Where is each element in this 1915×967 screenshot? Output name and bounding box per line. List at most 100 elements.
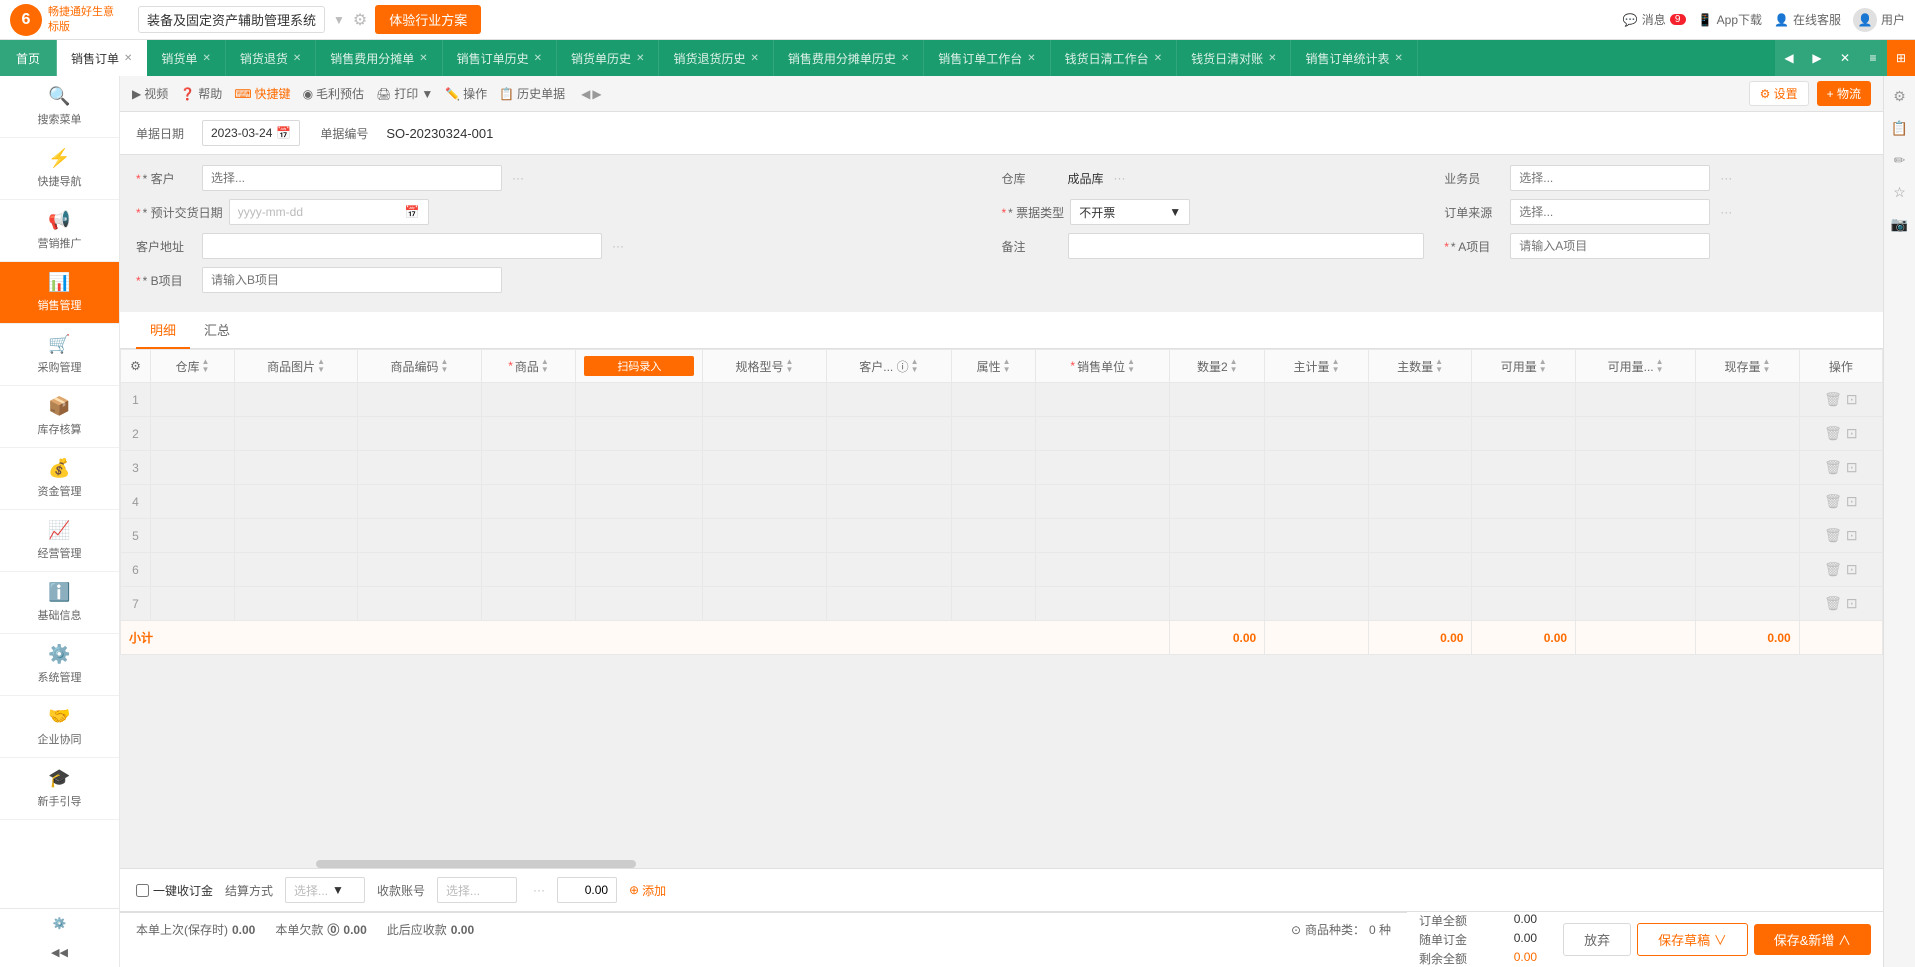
col-available2[interactable]: 可用量...▲▼ bbox=[1576, 350, 1696, 383]
tab-close-icon[interactable]: ✕ bbox=[636, 53, 644, 64]
b-project-input[interactable] bbox=[202, 267, 502, 293]
sidebar-item-finance[interactable]: 💰 资金管理 bbox=[0, 448, 119, 510]
delete-row-icon[interactable]: 🗑 bbox=[1824, 391, 1842, 408]
col-qty2[interactable]: 数量2▲▼ bbox=[1170, 350, 1265, 383]
sidebar-item-purchase[interactable]: 🛒 采购管理 bbox=[0, 324, 119, 386]
ticket-type-select[interactable]: 不开票 ▼ bbox=[1070, 199, 1190, 225]
col-scan[interactable]: 扫码录入 bbox=[576, 350, 703, 383]
tab-home[interactable]: 首页 bbox=[0, 40, 57, 76]
app-download-item[interactable]: 📱 App下载 bbox=[1698, 11, 1762, 28]
col-settings[interactable]: ⚙ bbox=[121, 350, 151, 383]
delete-row-icon[interactable]: 🗑 bbox=[1824, 493, 1842, 510]
tab-close-all-btn[interactable]: ✕ bbox=[1831, 40, 1859, 76]
copy-row-icon[interactable]: ⊡ bbox=[1846, 527, 1858, 544]
sidebar-item-cooperation[interactable]: 🤝 企业协同 bbox=[0, 696, 119, 758]
tab-close-icon[interactable]: ✕ bbox=[202, 53, 210, 64]
user-item[interactable]: 👤 用户 bbox=[1853, 8, 1905, 32]
staff-input[interactable] bbox=[1510, 165, 1710, 191]
tab-goods-history[interactable]: 销货单历史 ✕ bbox=[557, 40, 659, 76]
right-panel-star-icon[interactable]: ☆ bbox=[1886, 178, 1914, 206]
online-service-item[interactable]: 👤 在线客服 bbox=[1774, 11, 1841, 28]
one-click-checkbox[interactable]: 一键收订金 bbox=[136, 882, 213, 899]
tab-return-history[interactable]: 销货退货历史 ✕ bbox=[659, 40, 773, 76]
sidebar-settings-btn[interactable]: ⚙️ bbox=[0, 909, 119, 938]
sidebar-item-quicknav[interactable]: ⚡ 快捷导航 bbox=[0, 138, 119, 200]
tab-sales-order[interactable]: 销售订单 ✕ bbox=[57, 40, 147, 76]
sidebar-item-guide[interactable]: 🎓 新手引导 bbox=[0, 758, 119, 820]
tab-close-icon[interactable]: ✕ bbox=[293, 53, 301, 64]
tab-close-icon[interactable]: ✕ bbox=[1268, 53, 1276, 64]
tab-sales-goods[interactable]: 销货单 ✕ bbox=[147, 40, 225, 76]
sidebar-item-search[interactable]: 🔍 搜索菜单 bbox=[0, 76, 119, 138]
address-dots-btn[interactable]: ··· bbox=[612, 239, 624, 253]
save-draft-btn[interactable]: 保存草稿 ∨ bbox=[1637, 923, 1748, 956]
copy-row-icon[interactable]: ⊡ bbox=[1846, 391, 1858, 408]
tab-close-icon[interactable]: ✕ bbox=[750, 53, 758, 64]
staff-dots-btn[interactable]: ··· bbox=[1720, 171, 1732, 185]
tab-sales-return[interactable]: 销货退货 ✕ bbox=[226, 40, 316, 76]
account-select[interactable]: 选择... bbox=[437, 877, 517, 903]
scrollbar-thumb[interactable] bbox=[316, 860, 636, 868]
add-btn[interactable]: ⊕ 添加 bbox=[629, 882, 666, 899]
tab-stats[interactable]: 销售订单统计表 ✕ bbox=[1291, 40, 1417, 76]
order-source-input[interactable] bbox=[1510, 199, 1710, 225]
col-main-unit[interactable]: 主计量▲▼ bbox=[1265, 350, 1369, 383]
col-spec[interactable]: 规格型号▲▼ bbox=[703, 350, 826, 383]
col-customer-code[interactable]: 客户... ⓘ▲▼ bbox=[826, 350, 952, 383]
toolbar-operation[interactable]: ✏️ 操作 bbox=[445, 85, 487, 102]
address-input[interactable] bbox=[202, 233, 602, 259]
tab-next-btn[interactable]: ▶ bbox=[1803, 40, 1831, 76]
date-input[interactable]: 2023-03-24 📅 bbox=[202, 120, 300, 146]
tab-order-history[interactable]: 销售订单历史 ✕ bbox=[443, 40, 557, 76]
customer-dots-btn[interactable]: ··· bbox=[512, 171, 524, 185]
sidebar-item-system[interactable]: ⚙️ 系统管理 bbox=[0, 634, 119, 696]
tab-summary[interactable]: 汇总 bbox=[190, 312, 244, 349]
account-dots-btn[interactable]: ··· bbox=[533, 883, 545, 897]
toolbar-history[interactable]: 📋 历史单据 bbox=[499, 85, 565, 102]
toolbar-video[interactable]: ▶ 视频 bbox=[132, 85, 168, 102]
tab-grid-btn[interactable]: ⊞ bbox=[1887, 40, 1915, 76]
col-product[interactable]: *商品▲▼ bbox=[481, 350, 576, 383]
delivery-date-input[interactable]: yyyy-mm-dd 📅 bbox=[229, 199, 429, 225]
copy-row-icon[interactable]: ⊡ bbox=[1846, 561, 1858, 578]
tab-close-icon[interactable]: ✕ bbox=[534, 53, 542, 64]
tab-close-icon[interactable]: ✕ bbox=[1154, 53, 1162, 64]
toolbar-profit[interactable]: ◉ 毛利预估 bbox=[303, 85, 365, 102]
add-logistics-btn[interactable]: + 物流 bbox=[1817, 81, 1871, 106]
one-click-input[interactable] bbox=[136, 884, 149, 897]
remarks-input[interactable] bbox=[1068, 233, 1425, 259]
col-unit[interactable]: *销售单位▲▼ bbox=[1036, 350, 1170, 383]
tab-close-icon[interactable]: ✕ bbox=[124, 53, 132, 64]
tab-close-icon[interactable]: ✕ bbox=[901, 53, 909, 64]
delete-row-icon[interactable]: 🗑 bbox=[1824, 561, 1842, 578]
discard-btn[interactable]: 放弃 bbox=[1563, 923, 1631, 956]
tab-close-icon[interactable]: ✕ bbox=[419, 53, 427, 64]
delete-row-icon[interactable]: 🗑 bbox=[1824, 425, 1842, 442]
notification-item[interactable]: 💬 消息 9 bbox=[1623, 11, 1686, 28]
sidebar-item-marketing[interactable]: 📢 营销推广 bbox=[0, 200, 119, 262]
delete-row-icon[interactable]: 🗑 bbox=[1824, 459, 1842, 476]
tab-detail[interactable]: 明细 bbox=[136, 312, 190, 349]
tab-fee-history[interactable]: 销售费用分摊单历史 ✕ bbox=[774, 40, 924, 76]
sidebar-item-sales[interactable]: 📊 销售管理 bbox=[0, 262, 119, 324]
horizontal-scrollbar[interactable] bbox=[120, 860, 1883, 868]
col-warehouse[interactable]: 仓库▲▼ bbox=[151, 350, 235, 383]
sidebar-item-basic[interactable]: ℹ️ 基础信息 bbox=[0, 572, 119, 634]
sidebar-item-operation[interactable]: 📈 经营管理 bbox=[0, 510, 119, 572]
tab-prev-btn[interactable]: ◀ bbox=[1775, 40, 1803, 76]
sidebar-item-inventory[interactable]: 📦 库存核算 bbox=[0, 386, 119, 448]
right-panel-settings-icon[interactable]: ⚙ bbox=[1886, 82, 1914, 110]
right-panel-edit-icon[interactable]: ✏ bbox=[1886, 146, 1914, 174]
amount-input[interactable] bbox=[557, 877, 617, 903]
col-attr[interactable]: 属性▲▼ bbox=[952, 350, 1036, 383]
tab-close-icon[interactable]: ✕ bbox=[1395, 53, 1403, 64]
col-stock[interactable]: 现存量▲▼ bbox=[1696, 350, 1800, 383]
col-code[interactable]: 商品编码▲▼ bbox=[358, 350, 481, 383]
toolbar-shortcut[interactable]: ⌨ 快捷键 bbox=[234, 85, 290, 102]
tab-daily-clear[interactable]: 钱货日清工作台 ✕ bbox=[1051, 40, 1177, 76]
copy-row-icon[interactable]: ⊡ bbox=[1846, 459, 1858, 476]
payment-method-select[interactable]: 选择... ▼ bbox=[285, 877, 365, 903]
col-main-qty[interactable]: 主数量▲▼ bbox=[1368, 350, 1472, 383]
industry-btn[interactable]: 体验行业方案 bbox=[375, 5, 481, 34]
col-available[interactable]: 可用量▲▼ bbox=[1472, 350, 1576, 383]
